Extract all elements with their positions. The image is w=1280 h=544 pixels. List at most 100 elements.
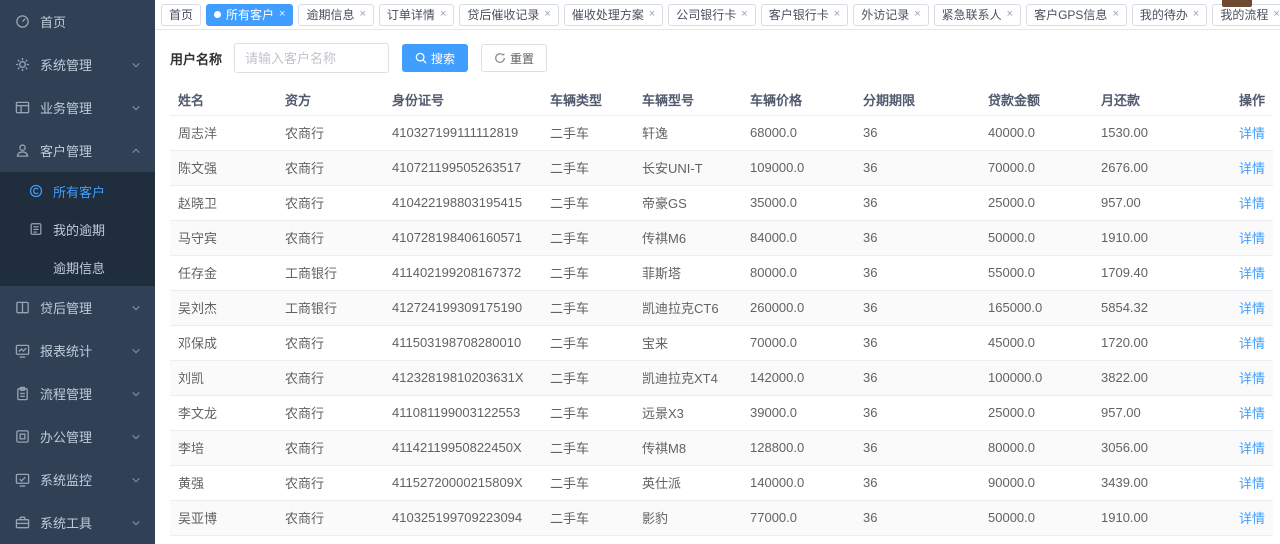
cell-id_number: 41232819810203631X: [384, 360, 542, 395]
tab-label: 所有客户: [226, 6, 274, 23]
sidebar-item-首页[interactable]: 首页: [0, 0, 155, 43]
cell-loan_amount: 25000.0: [980, 395, 1093, 430]
sidebar-item-业务管理[interactable]: 业务管理: [0, 86, 155, 129]
cell-funder: 工商银行: [277, 255, 384, 290]
cell-vehicle_model: 远景X3: [634, 395, 742, 430]
cell-funder: 农商行: [277, 115, 384, 150]
sidebar-item-系统监控[interactable]: 系统监控: [0, 458, 155, 501]
sidebar-item-系统工具[interactable]: 系统工具: [0, 501, 155, 544]
close-icon[interactable]: ×: [649, 9, 655, 20]
cell-monthly_payment: 3056.00: [1093, 430, 1213, 465]
cell-term: 36: [855, 360, 980, 395]
detail-link[interactable]: 详情: [1239, 196, 1265, 211]
refresh-icon: [494, 52, 506, 64]
close-icon[interactable]: ×: [914, 9, 920, 20]
cell-vehicle_type: 二手车: [542, 255, 634, 290]
detail-link[interactable]: 详情: [1239, 231, 1265, 246]
sidebar-item-流程管理[interactable]: 流程管理: [0, 372, 155, 415]
sidebar-subitem-所有客户[interactable]: 所有客户: [0, 172, 155, 210]
search-icon: [415, 52, 427, 64]
close-icon[interactable]: ×: [440, 9, 446, 20]
table-row: 刘凯农商行41232819810203631X二手车凯迪拉克XT4142000.…: [170, 360, 1273, 395]
cell-funder: 农商行: [277, 360, 384, 395]
tab-客户GPS信息[interactable]: 客户GPS信息×: [1026, 4, 1127, 26]
table-header-row: 姓名资方身份证号车辆类型车辆型号车辆价格分期期限贷款金额月还款操作: [170, 85, 1273, 115]
box-icon: [14, 429, 30, 445]
tab-首页[interactable]: 首页: [161, 4, 201, 26]
tab-贷后催收记录[interactable]: 贷后催收记录×: [459, 4, 558, 26]
tab-紧急联系人[interactable]: 紧急联系人 ×: [934, 4, 1021, 26]
chevron-down-icon: [131, 475, 143, 485]
detail-link[interactable]: 详情: [1239, 441, 1265, 456]
sidebar-item-报表统计[interactable]: 报表统计: [0, 329, 155, 372]
tab-bar: 首页所有客户×逾期信息×订单详情×贷后催收记录×催收处理方案×公司银行卡×客户银…: [155, 0, 1280, 30]
cell-name: 吴亚博: [170, 500, 277, 535]
detail-link[interactable]: 详情: [1239, 371, 1265, 386]
sidebar-item-系统管理[interactable]: 系统管理: [0, 43, 155, 86]
sidebar-subitem-我的逾期[interactable]: 我的逾期: [0, 210, 155, 248]
close-icon[interactable]: ×: [1112, 9, 1118, 20]
table-row: 赵晓卫农商行410422198803195415二手车帝豪GS35000.036…: [170, 185, 1273, 220]
detail-link[interactable]: 详情: [1239, 511, 1265, 526]
tab-label: 客户银行卡: [769, 6, 829, 23]
reset-button[interactable]: 重置: [481, 44, 547, 72]
cell-monthly_payment: 1910.00: [1093, 500, 1213, 535]
cell-funder: 农商行: [277, 150, 384, 185]
tab-客户银行卡[interactable]: 客户银行卡 ×: [761, 4, 848, 26]
tab-催收处理方案[interactable]: 催收处理方案×: [564, 4, 663, 26]
detail-link[interactable]: 详情: [1239, 301, 1265, 316]
cell-monthly_payment: 957.00: [1093, 395, 1213, 430]
cell-vehicle_model: 轩逸: [634, 115, 742, 150]
close-icon[interactable]: ×: [1193, 9, 1199, 20]
search-input[interactable]: [234, 43, 389, 73]
cell-vehicle_model: 凯迪拉克XT4: [634, 360, 742, 395]
cell-vehicle_model: 帝豪GS: [634, 185, 742, 220]
tab-我的待办[interactable]: 我的待办×: [1132, 4, 1207, 26]
close-icon[interactable]: ×: [544, 9, 550, 20]
cell-loan_amount: 50000.0: [980, 220, 1093, 255]
search-panel: 用户名称 搜索 重置: [155, 30, 1280, 85]
close-icon[interactable]: ×: [741, 9, 747, 20]
tab-订单详情[interactable]: 订单详情×: [379, 4, 454, 26]
cell-vehicle_price: 84000.0: [742, 220, 855, 255]
cell-term: 36: [855, 465, 980, 500]
tab-公司银行卡[interactable]: 公司银行卡×: [668, 4, 755, 26]
detail-link[interactable]: 详情: [1239, 476, 1265, 491]
close-icon[interactable]: ×: [1007, 9, 1013, 20]
tab-label: 紧急联系人: [942, 6, 1002, 23]
detail-link[interactable]: 详情: [1239, 126, 1265, 141]
cell-id_number: 41152720000215809X: [384, 465, 542, 500]
sidebar-item-贷后管理[interactable]: 贷后管理: [0, 286, 155, 329]
detail-link[interactable]: 详情: [1239, 406, 1265, 421]
cell-vehicle_price: 80000.0: [742, 255, 855, 290]
table-row: 周志洋农商行410327199111112819二手车轩逸68000.03640…: [170, 115, 1273, 150]
cell-partial: [1213, 535, 1273, 544]
cell-vehicle_price: 77000.0: [742, 500, 855, 535]
detail-link[interactable]: 详情: [1239, 266, 1265, 281]
tab-外访记录[interactable]: 外访记录×: [853, 4, 928, 26]
customer-table-wrap: 姓名资方身份证号车辆类型车辆型号车辆价格分期期限贷款金额月还款操作 周志洋农商行…: [155, 85, 1280, 544]
detail-link[interactable]: 详情: [1239, 336, 1265, 351]
sidebar-item-办公管理[interactable]: 办公管理: [0, 415, 155, 458]
column-header-资方: 资方: [277, 85, 384, 115]
cell-loan_amount: 100000.0: [980, 360, 1093, 395]
cell-loan_amount: 25000.0: [980, 185, 1093, 220]
close-icon[interactable]: ×: [1273, 9, 1279, 20]
cell-vehicle_model: 传祺M6: [634, 220, 742, 255]
sidebar-item-客户管理[interactable]: 客户管理: [0, 129, 155, 172]
grid-icon: [14, 100, 30, 116]
search-button[interactable]: 搜索: [402, 44, 468, 72]
table-row: 黄强农商行41152720000215809X二手车英仕派140000.0369…: [170, 465, 1273, 500]
close-icon[interactable]: ×: [834, 9, 840, 20]
tab-逾期信息[interactable]: 逾期信息×: [298, 4, 373, 26]
avatar[interactable]: [1222, 0, 1252, 7]
cell-vehicle_price: 142000.0: [742, 360, 855, 395]
sidebar-subitem-逾期信息[interactable]: 逾期信息: [0, 248, 155, 286]
detail-link[interactable]: 详情: [1239, 161, 1265, 176]
cell-name: 邓保成: [170, 325, 277, 360]
tab-所有客户[interactable]: 所有客户 ×: [206, 4, 293, 26]
overdue-doc-icon: [28, 222, 43, 237]
close-icon[interactable]: ×: [359, 9, 365, 20]
close-icon[interactable]: ×: [279, 9, 285, 20]
cell-loan_amount: 165000.0: [980, 290, 1093, 325]
